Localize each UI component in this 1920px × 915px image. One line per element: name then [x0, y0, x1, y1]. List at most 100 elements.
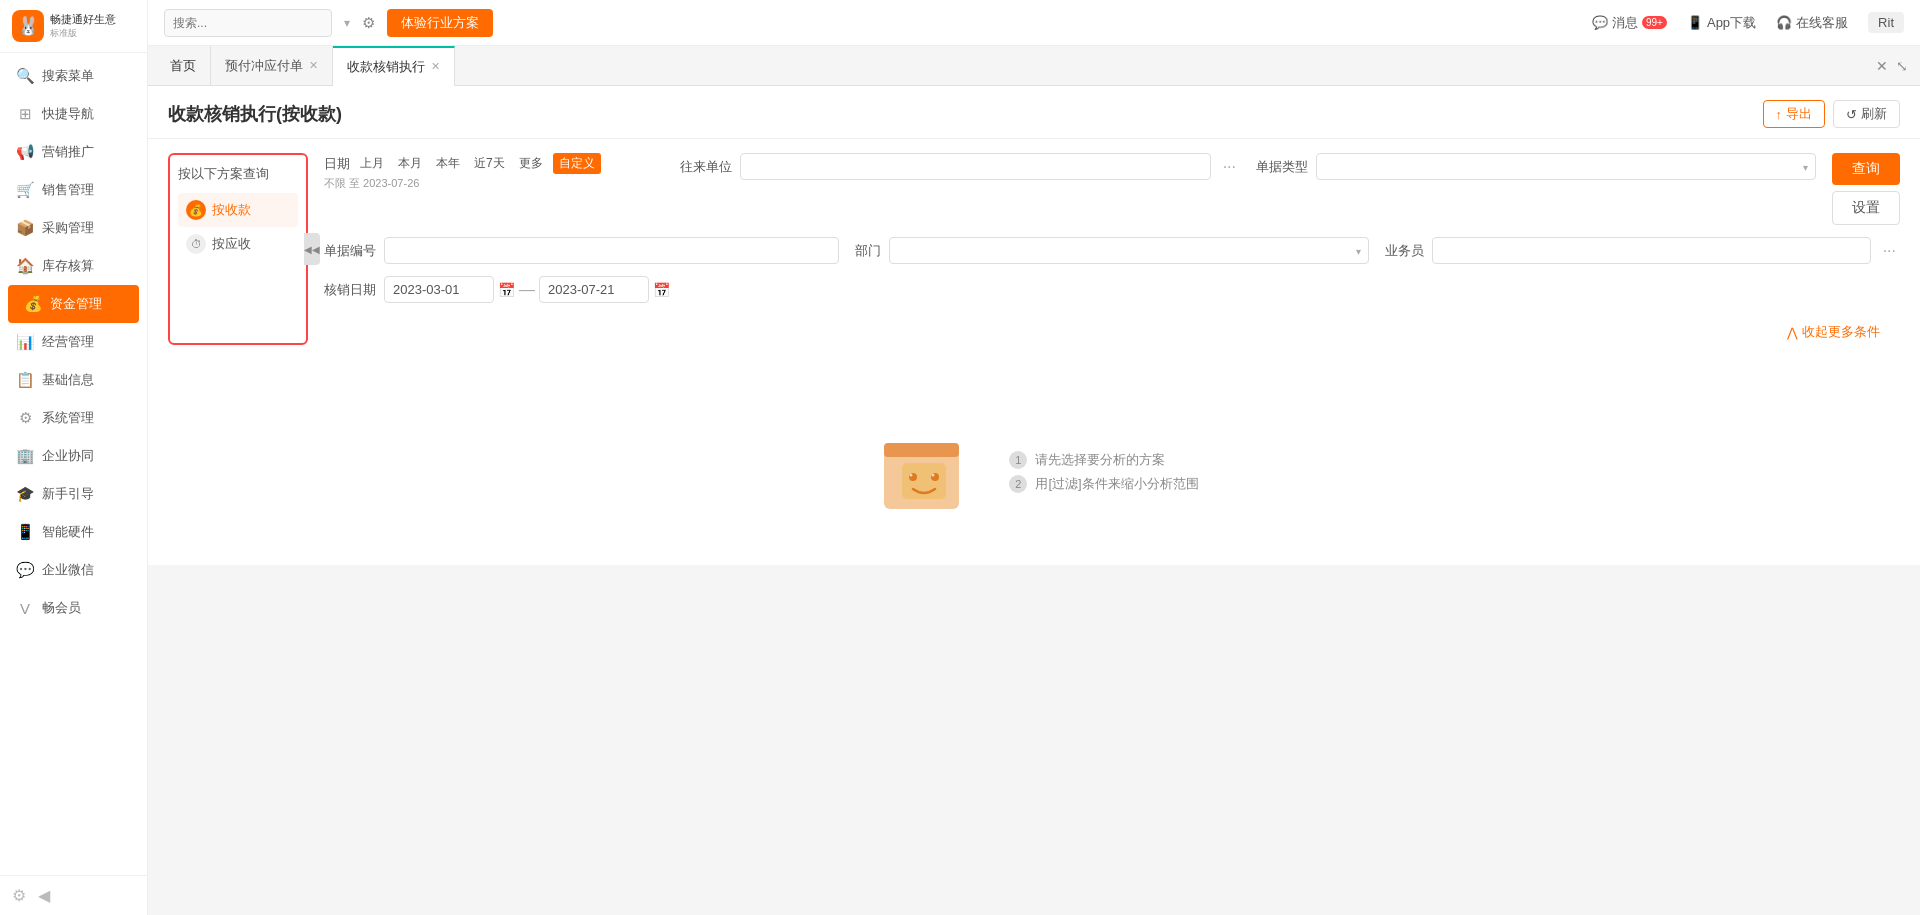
more-conditions-icon: ⋀ [1787, 325, 1798, 340]
search-icon: 🔍 [16, 67, 34, 85]
sidebar-item-quick-nav[interactable]: ⊞快捷导航 [0, 95, 147, 133]
tabbar-right: ✕ ⤡ [1876, 58, 1920, 74]
sidebar-item-enterprise[interactable]: 🏢企业协同 [0, 437, 147, 475]
date-shortcut-7days[interactable]: 近7天 [470, 153, 509, 174]
logo-title: 畅捷通好生意 [50, 12, 116, 26]
salesperson-dots-button[interactable]: ··· [1879, 242, 1900, 260]
sidebar-item-purchase[interactable]: 📦采购管理 [0, 209, 147, 247]
sidebar-item-guide[interactable]: 🎓 新手引导 [0, 475, 147, 513]
dept-label: 部门 [855, 242, 881, 260]
logo-icon: 🐰 [12, 10, 44, 42]
logo-badge: 标准版 [50, 27, 116, 40]
empty-svg [869, 419, 979, 519]
message-icon: 💬 [1592, 15, 1608, 30]
verify-date-start-calendar-icon[interactable]: 📅 [498, 282, 515, 298]
refresh-button[interactable]: ↺ 刷新 [1833, 100, 1900, 128]
tab-receipt-label: 收款核销执行 [347, 58, 425, 76]
tab-expand-icon[interactable]: ⤡ [1896, 58, 1908, 74]
topbar-messages[interactable]: 💬 消息 99+ [1592, 14, 1667, 32]
sidebar-label-marketing: 营销推广 [42, 143, 94, 161]
counterparty-field: 往来单位 ··· [680, 153, 1240, 180]
topbar-app-download[interactable]: 📱 App下载 [1687, 14, 1756, 32]
bill-no-input[interactable] [384, 237, 839, 264]
filter-option-by-receipt[interactable]: 💰 按收款 [178, 193, 298, 227]
guide-icon: 🎓 [16, 485, 34, 503]
bill-type-select[interactable] [1316, 153, 1816, 180]
query-button[interactable]: 查询 [1832, 153, 1900, 185]
date-shortcut-more[interactable]: 更多 [515, 153, 547, 174]
tab-home-label: 首页 [170, 57, 196, 75]
topbar-solution-button[interactable]: 体验行业方案 [387, 9, 493, 37]
date-shortcuts: 日期 上月 本月 本年 近7天 更多 自定义 [324, 153, 664, 174]
empty-hint-1-text: 请先选择要分析的方案 [1035, 451, 1165, 469]
sidebar-item-basic[interactable]: 📋基础信息 [0, 361, 147, 399]
sidebar-item-business[interactable]: 📊经营管理 [0, 323, 147, 361]
tab-prepay[interactable]: 预付冲应付单 ✕ [211, 46, 333, 86]
tab-receipt-close-icon[interactable]: ✕ [431, 60, 440, 73]
date-no-limit: 不限 [324, 177, 346, 189]
counterparty-input[interactable] [740, 153, 1211, 180]
settings-footer-icon[interactable]: ⚙ [12, 886, 26, 905]
topbar-gear-icon[interactable]: ⚙ [362, 14, 375, 32]
collapse-footer-icon[interactable]: ◀ [38, 886, 50, 905]
date-shortcut-last-month[interactable]: 上月 [356, 153, 388, 174]
topbar-chevron-icon[interactable]: ▾ [344, 16, 350, 30]
svg-point-5 [910, 474, 913, 477]
verify-date-start-input[interactable] [384, 276, 494, 303]
tab-prepay-close-icon[interactable]: ✕ [309, 59, 318, 72]
filter-row-2: 单据编号 部门 ▾ 业务员 [324, 237, 1900, 264]
filter-sidebar-title: 按以下方案查询 [178, 165, 298, 183]
topbar-search-input[interactable] [164, 9, 332, 37]
verify-date-group: 📅 — 📅 [384, 276, 670, 303]
sidebar-item-wechat[interactable]: 💬企业微信 [0, 551, 147, 589]
verify-date-end-calendar-icon[interactable]: 📅 [653, 282, 670, 298]
counterparty-dots-button[interactable]: ··· [1219, 158, 1240, 176]
receivable-option-label: 按应收 [212, 235, 251, 253]
sidebar-footer: ⚙ ◀ [0, 875, 147, 915]
sidebar-item-hardware[interactable]: 📱智能硬件 [0, 513, 147, 551]
sidebar-item-system[interactable]: ⚙系统管理 [0, 399, 147, 437]
tab-receipt[interactable]: 收款核销执行 ✕ [333, 46, 455, 86]
export-button[interactable]: ↑ 导出 [1763, 100, 1826, 128]
counterparty-label: 往来单位 [680, 158, 732, 176]
sidebar-item-marketing[interactable]: 📢营销推广 [0, 133, 147, 171]
sidebar-item-finance[interactable]: 💰资金管理 [8, 285, 139, 323]
filter-row-3: 核销日期 📅 — 📅 [324, 276, 1900, 303]
tabbar: 首页 预付冲应付单 ✕ 收款核销执行 ✕ ✕ ⤡ [148, 46, 1920, 86]
sidebar-label-guide: 新手引导 [42, 485, 94, 503]
sidebar-item-vip[interactable]: V畅会员 [0, 589, 147, 627]
setting-button[interactable]: 设置 [1832, 191, 1900, 225]
tab-close-all-icon[interactable]: ✕ [1876, 58, 1888, 74]
topbar-user[interactable]: Rit [1868, 12, 1904, 33]
sidebar-item-search[interactable]: 🔍 搜索菜单 [0, 57, 147, 95]
dept-select-wrapper: ▾ [889, 237, 1370, 264]
verify-date-field: 核销日期 📅 — 📅 [324, 276, 1900, 303]
topbar-online-service[interactable]: 🎧 在线客服 [1776, 14, 1848, 32]
enterprise-icon: 🏢 [16, 447, 34, 465]
sidebar-item-inventory[interactable]: 🏠库存核算 [0, 247, 147, 285]
sidebar-item-sales[interactable]: 🛒销售管理 [0, 171, 147, 209]
sidebar-label-wechat: 企业微信 [42, 561, 94, 579]
action-buttons: 查询 设置 [1832, 153, 1900, 225]
dept-select[interactable] [889, 237, 1370, 264]
app-label: App下载 [1707, 14, 1756, 32]
service-label: 在线客服 [1796, 14, 1848, 32]
bill-type-select-wrapper: ▾ [1316, 153, 1816, 180]
filter-collapse-button[interactable]: ◀◀ [304, 233, 320, 265]
export-icon: ↑ [1776, 107, 1783, 122]
tab-home[interactable]: 首页 [156, 46, 211, 86]
main-area: ▾ ⚙ 体验行业方案 💬 消息 99+ 📱 App下载 🎧 在线客服 Rit 首… [148, 0, 1920, 915]
date-shortcut-this-month[interactable]: 本月 [394, 153, 426, 174]
verify-date-end-input[interactable] [539, 276, 649, 303]
date-shortcut-custom[interactable]: 自定义 [553, 153, 601, 174]
more-conditions-button[interactable]: ⋀ 收起更多条件 [1787, 315, 1880, 345]
date-shortcut-this-year[interactable]: 本年 [432, 153, 464, 174]
page-title-row: 收款核销执行(按收款) ↑ 导出 ↺ 刷新 [168, 100, 1900, 138]
date-info: 不限 至 2023-07-26 [324, 176, 664, 191]
sidebar-label-hardware: 智能硬件 [42, 523, 94, 541]
more-conditions-label: 收起更多条件 [1802, 323, 1880, 341]
salesperson-input[interactable] [1432, 237, 1870, 264]
filter-option-by-receivable[interactable]: ⏱ 按应收 [178, 227, 298, 261]
receipt-option-icon: 💰 [186, 200, 206, 220]
sidebar-label-search: 搜索菜单 [42, 67, 94, 85]
